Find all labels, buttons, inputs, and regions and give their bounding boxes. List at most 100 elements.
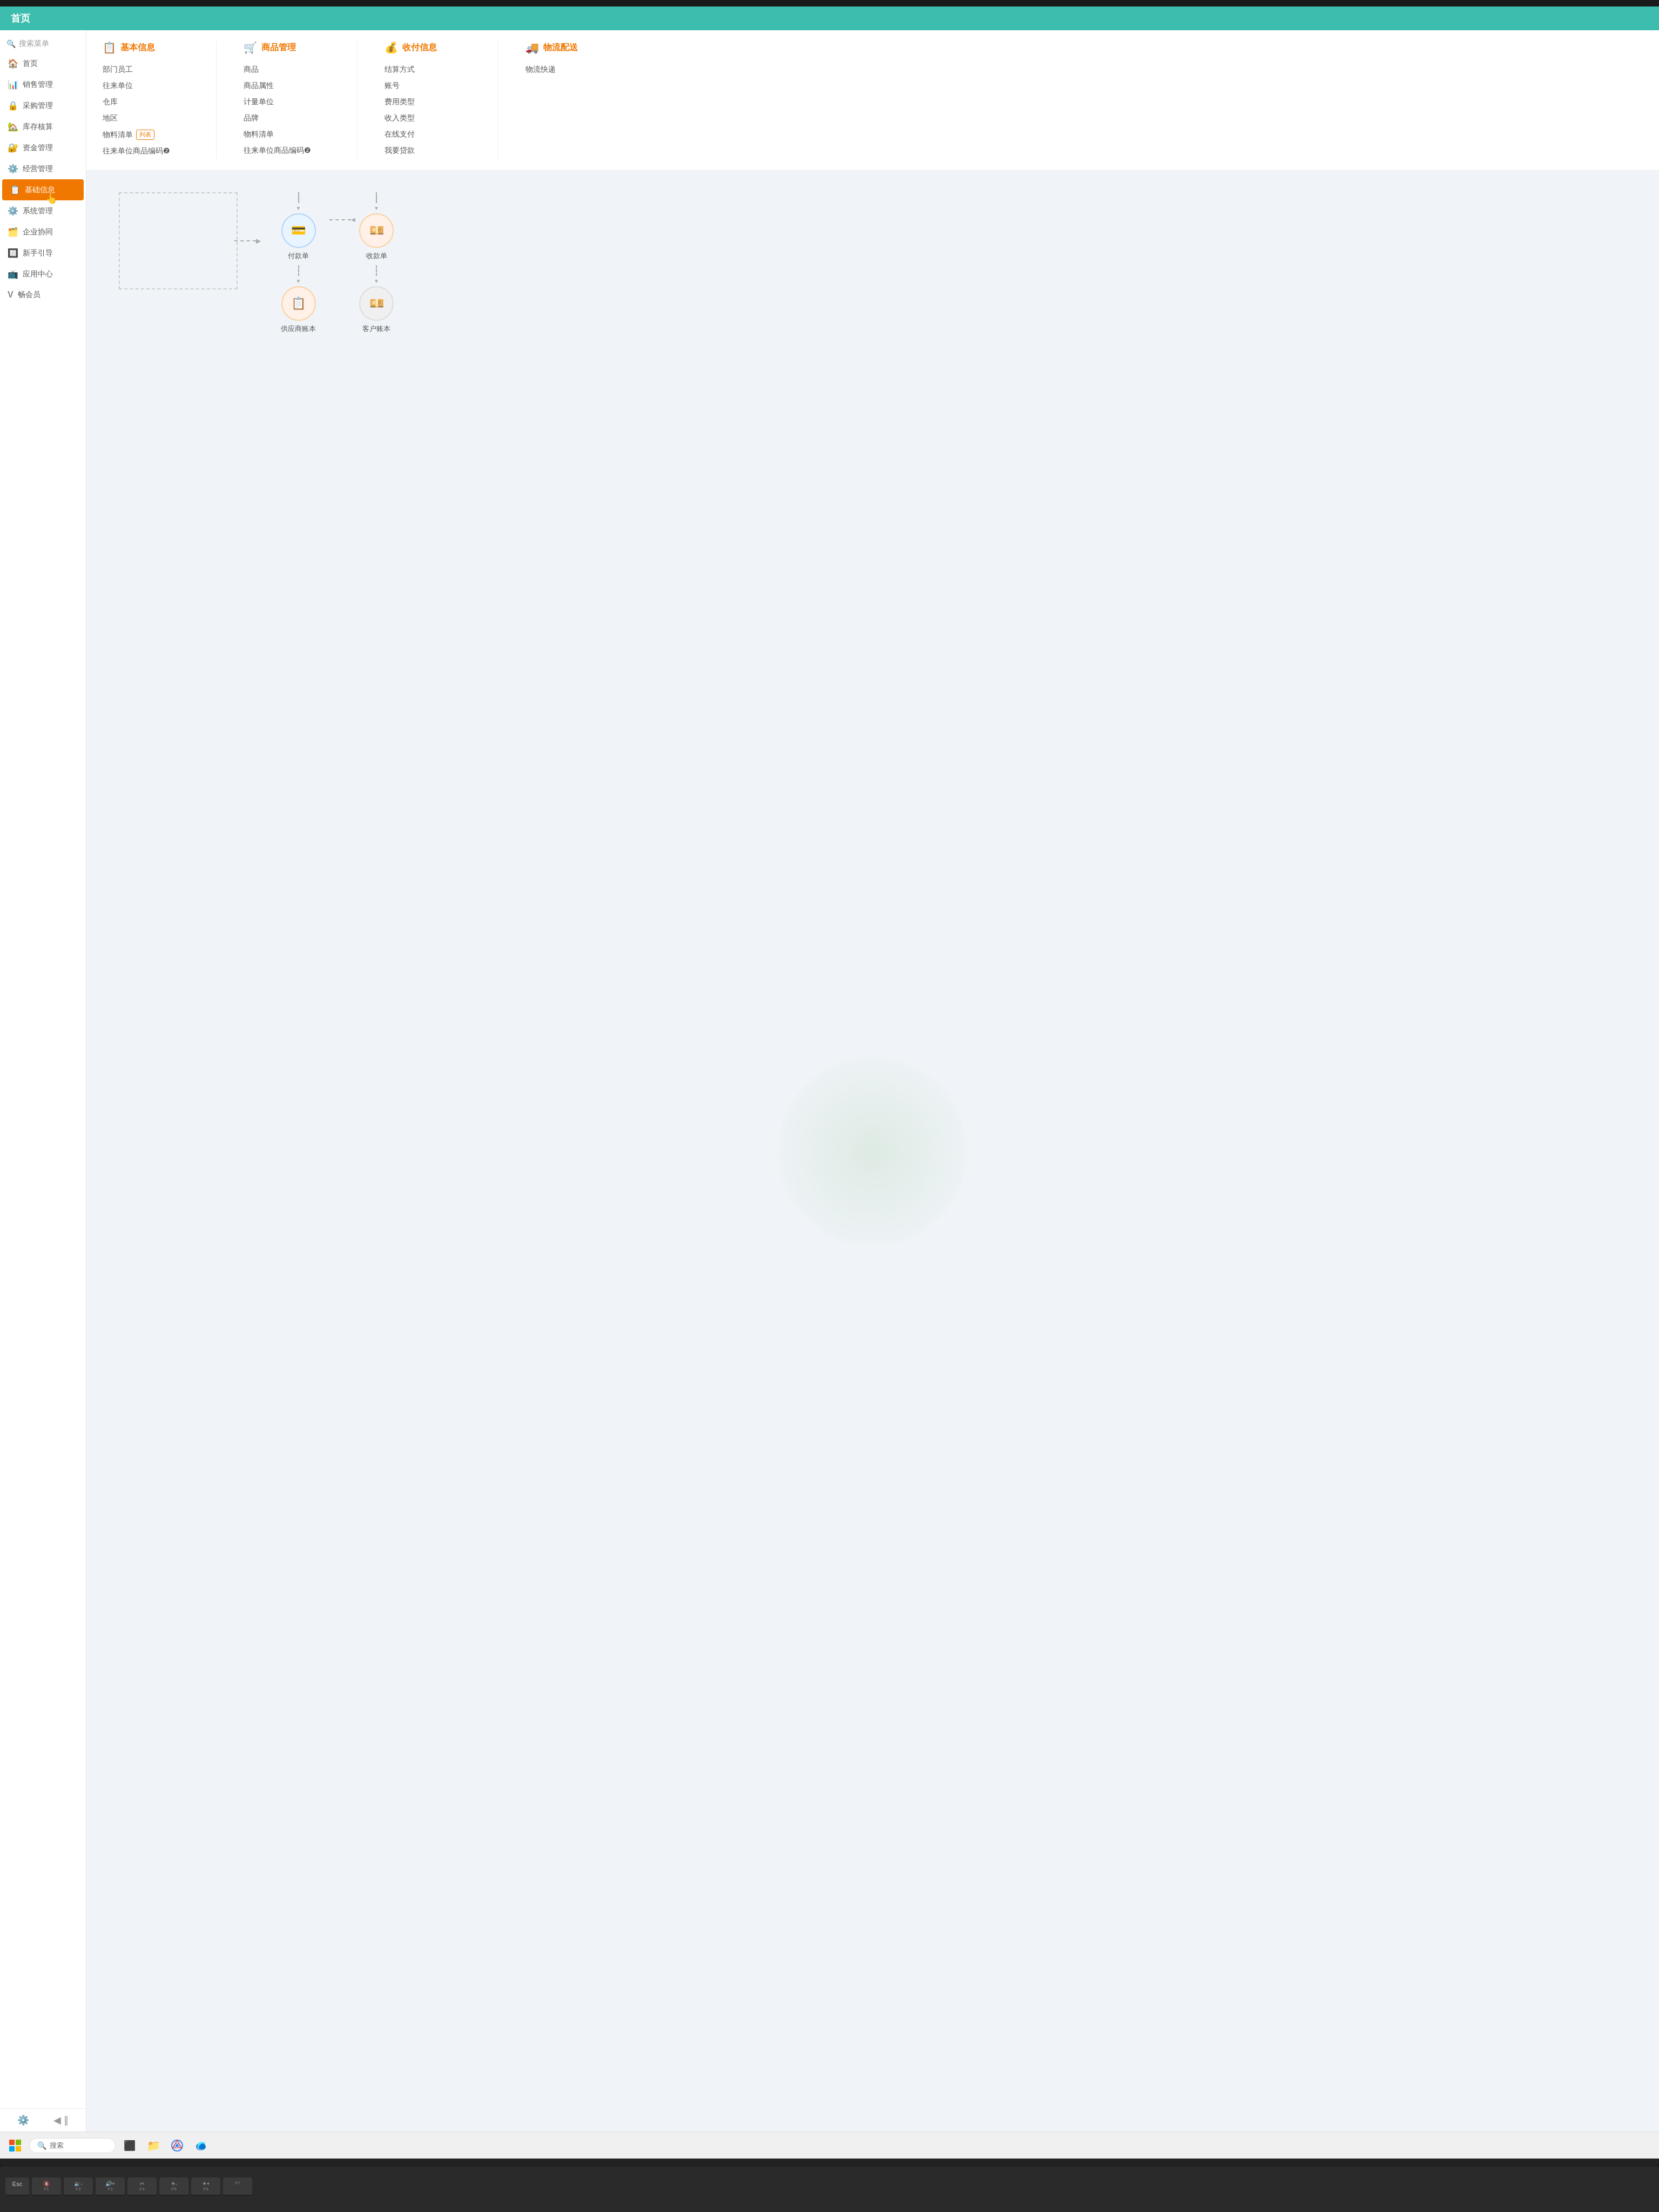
sidebar-item-system-label: 系统管理 — [23, 206, 53, 216]
sidebar-item-finance[interactable]: 🔐 资金管理 — [0, 137, 86, 158]
key-f1[interactable]: 🔇F1 — [32, 2177, 61, 2196]
menu-item-express[interactable]: 物流快递 — [525, 62, 612, 78]
sidebar-item-apps-label: 应用中心 — [23, 269, 53, 279]
flow-node-payment-slip[interactable]: 💳 付款单 — [281, 213, 316, 261]
finance-icon: 🔐 — [8, 143, 18, 153]
sidebar-item-home[interactable]: 🏠 首页 — [0, 53, 86, 74]
member-icon: V — [8, 290, 14, 300]
key-esc[interactable]: Esc — [5, 2177, 29, 2196]
menu-item-contacts[interactable]: 往来单位 — [103, 78, 189, 94]
flow-node-customer-ledger[interactable]: 💴 客户账本 — [359, 286, 394, 334]
section-payment-title: 💰 收付信息 — [385, 41, 471, 54]
sidebar-item-sales[interactable]: 📊 销售管理 — [0, 74, 86, 95]
settings-icon[interactable]: ⚙️ — [17, 2114, 29, 2126]
supplier-ledger-label: 供应商账本 — [281, 324, 316, 334]
home-icon: 🏠 — [8, 58, 18, 69]
taskbar-task-view[interactable]: ⬛ — [120, 2136, 139, 2155]
sidebar-item-apps[interactable]: 📺 应用中心 — [0, 264, 86, 285]
menu-item-online-pay[interactable]: 在线支付 — [385, 126, 471, 143]
menu-item-region[interactable]: 地区 — [103, 110, 189, 126]
sidebar-item-sales-label: 销售管理 — [23, 80, 53, 90]
key-f5[interactable]: ☀-F5 — [159, 2177, 188, 2196]
section-goods: 🛒 商品管理 商品 商品属性 计量单位 品牌 — [244, 41, 330, 159]
collapse-icon[interactable]: ◀ ‖ — [53, 2114, 69, 2126]
header-bar: 首页 — [0, 6, 1659, 30]
payment-slip-icon: 💳 — [281, 213, 316, 248]
sidebar-item-purchase-label: 采购管理 — [23, 101, 53, 111]
edge-icon — [195, 2140, 207, 2152]
windows-start-button[interactable] — [5, 2136, 25, 2155]
sidebar-bottom: ⚙️ ◀ ‖ — [0, 2108, 86, 2132]
menu-item-bom2[interactable]: 物料清单 — [244, 126, 330, 143]
menu-item-dept[interactable]: 部门员工 — [103, 62, 189, 78]
menu-item-expense-type[interactable]: 费用类型 — [385, 94, 471, 110]
basic-info-icon: 📋 — [103, 41, 116, 54]
sidebar-item-basic[interactable]: 📋 基础信息 👆 — [2, 179, 84, 200]
menu-item-income-type[interactable]: 收入类型 — [385, 110, 471, 126]
taskbar-search[interactable]: 🔍 搜索 — [29, 2138, 116, 2153]
sidebar-item-enterprise-label: 企业协同 — [23, 227, 53, 237]
sidebar: 🔍 搜索菜单 🏠 首页 📊 销售管理 🔒 采购管理 🏡 库存核算 🔐 — [0, 30, 86, 2132]
section-basic-info-title: 📋 基本信息 — [103, 41, 189, 54]
menu-item-account[interactable]: 账号 — [385, 78, 471, 94]
flow-bg-circle — [778, 1057, 967, 1246]
sidebar-item-operations-label: 经营管理 — [23, 164, 53, 174]
menu-item-loan[interactable]: 我要贷款 — [385, 143, 471, 159]
bom-badge: 列表 — [136, 130, 154, 140]
key-f2[interactable]: 🔉-F2 — [64, 2177, 93, 2196]
sidebar-item-enterprise[interactable]: 🗂️ 企业协同 — [0, 221, 86, 242]
menu-item-partner-code2[interactable]: 往来单位商品编码❷ — [244, 143, 330, 159]
flow-node-receipt-slip[interactable]: 💴 收款单 — [359, 213, 394, 261]
flow-node-supplier-ledger[interactable]: 📋 供应商账本 — [281, 286, 316, 334]
taskbar-file-explorer[interactable]: 📁 — [144, 2136, 163, 2155]
taskbar-edge[interactable] — [191, 2136, 211, 2155]
customer-ledger-label: 客户账本 — [362, 324, 390, 334]
section-goods-title: 🛒 商品管理 — [244, 41, 330, 54]
chrome-icon — [171, 2140, 183, 2152]
sidebar-item-purchase[interactable]: 🔒 采购管理 — [0, 95, 86, 116]
sidebar-item-guide[interactable]: 🔲 新手引导 — [0, 242, 86, 264]
logistics-icon: 🚚 — [525, 41, 539, 54]
sidebar-item-member[interactable]: V 畅会员 — [0, 285, 86, 305]
taskbar-search-icon: 🔍 — [37, 2141, 46, 2150]
guide-icon: 🔲 — [8, 248, 18, 258]
section-basic-info: 📋 基本信息 部门员工 往来单位 仓库 地区 — [103, 41, 189, 159]
sidebar-item-guide-label: 新手引导 — [23, 248, 53, 258]
taskbar: 🔍 搜索 ⬛ 📁 — [0, 2132, 1659, 2159]
menu-item-settlement[interactable]: 结算方式 — [385, 62, 471, 78]
keyboard-row-fn: Esc 🔇F1 🔉-F2 🔊+F3 ✂F4 ☀-F5 ☀+F6 F7 — [5, 2177, 1654, 2196]
receipt-slip-icon: 💴 — [359, 213, 394, 248]
windows-logo — [9, 2140, 21, 2152]
enterprise-icon: 🗂️ — [8, 227, 18, 237]
dropdown-panel: 📋 基本信息 部门员工 往来单位 仓库 地区 — [86, 30, 1659, 171]
sidebar-item-system[interactable]: ⚙️ 系统管理 — [0, 200, 86, 221]
section-logistics: 🚚 物流配送 物流快递 — [525, 41, 612, 159]
menu-item-unit[interactable]: 计量单位 — [244, 94, 330, 110]
menu-item-product[interactable]: 商品 — [244, 62, 330, 78]
taskbar-chrome[interactable] — [167, 2136, 187, 2155]
sidebar-search[interactable]: 🔍 搜索菜单 — [0, 35, 86, 53]
sidebar-item-operations[interactable]: ⚙️ 经营管理 — [0, 158, 86, 179]
key-f7[interactable]: F7 — [223, 2177, 252, 2196]
sidebar-item-inventory[interactable]: 🏡 库存核算 — [0, 116, 86, 137]
menu-item-bom[interactable]: 物料清单 列表 — [103, 126, 189, 143]
file-explorer-icon: 📁 — [147, 2139, 160, 2152]
operations-icon: ⚙️ — [8, 164, 18, 174]
menu-item-partner-code[interactable]: 往来单位商品编码❷ — [103, 143, 189, 159]
sidebar-item-member-label: 畅会员 — [18, 290, 41, 300]
apps-icon: 📺 — [8, 269, 18, 279]
keyboard-area: Esc 🔇F1 🔉-F2 🔊+F3 ✂F4 ☀-F5 ☀+F6 F7 — [0, 2167, 1659, 2212]
task-view-icon: ⬛ — [124, 2140, 136, 2152]
menu-item-product-attr[interactable]: 商品属性 — [244, 78, 330, 94]
supplier-ledger-icon: 📋 — [281, 286, 316, 321]
sidebar-item-finance-label: 资金管理 — [23, 143, 53, 153]
key-f6[interactable]: ☀+F6 — [191, 2177, 220, 2196]
key-f4[interactable]: ✂F4 — [127, 2177, 157, 2196]
content-area: 📋 基本信息 部门员工 往来单位 仓库 地区 — [86, 30, 1659, 2132]
menu-item-warehouse[interactable]: 仓库 — [103, 94, 189, 110]
customer-ledger-icon: 💴 — [359, 286, 394, 321]
taskbar-search-text: 搜索 — [50, 2141, 64, 2150]
search-icon: 🔍 — [6, 39, 16, 48]
key-f3[interactable]: 🔊+F3 — [96, 2177, 125, 2196]
menu-item-brand[interactable]: 品牌 — [244, 110, 330, 126]
